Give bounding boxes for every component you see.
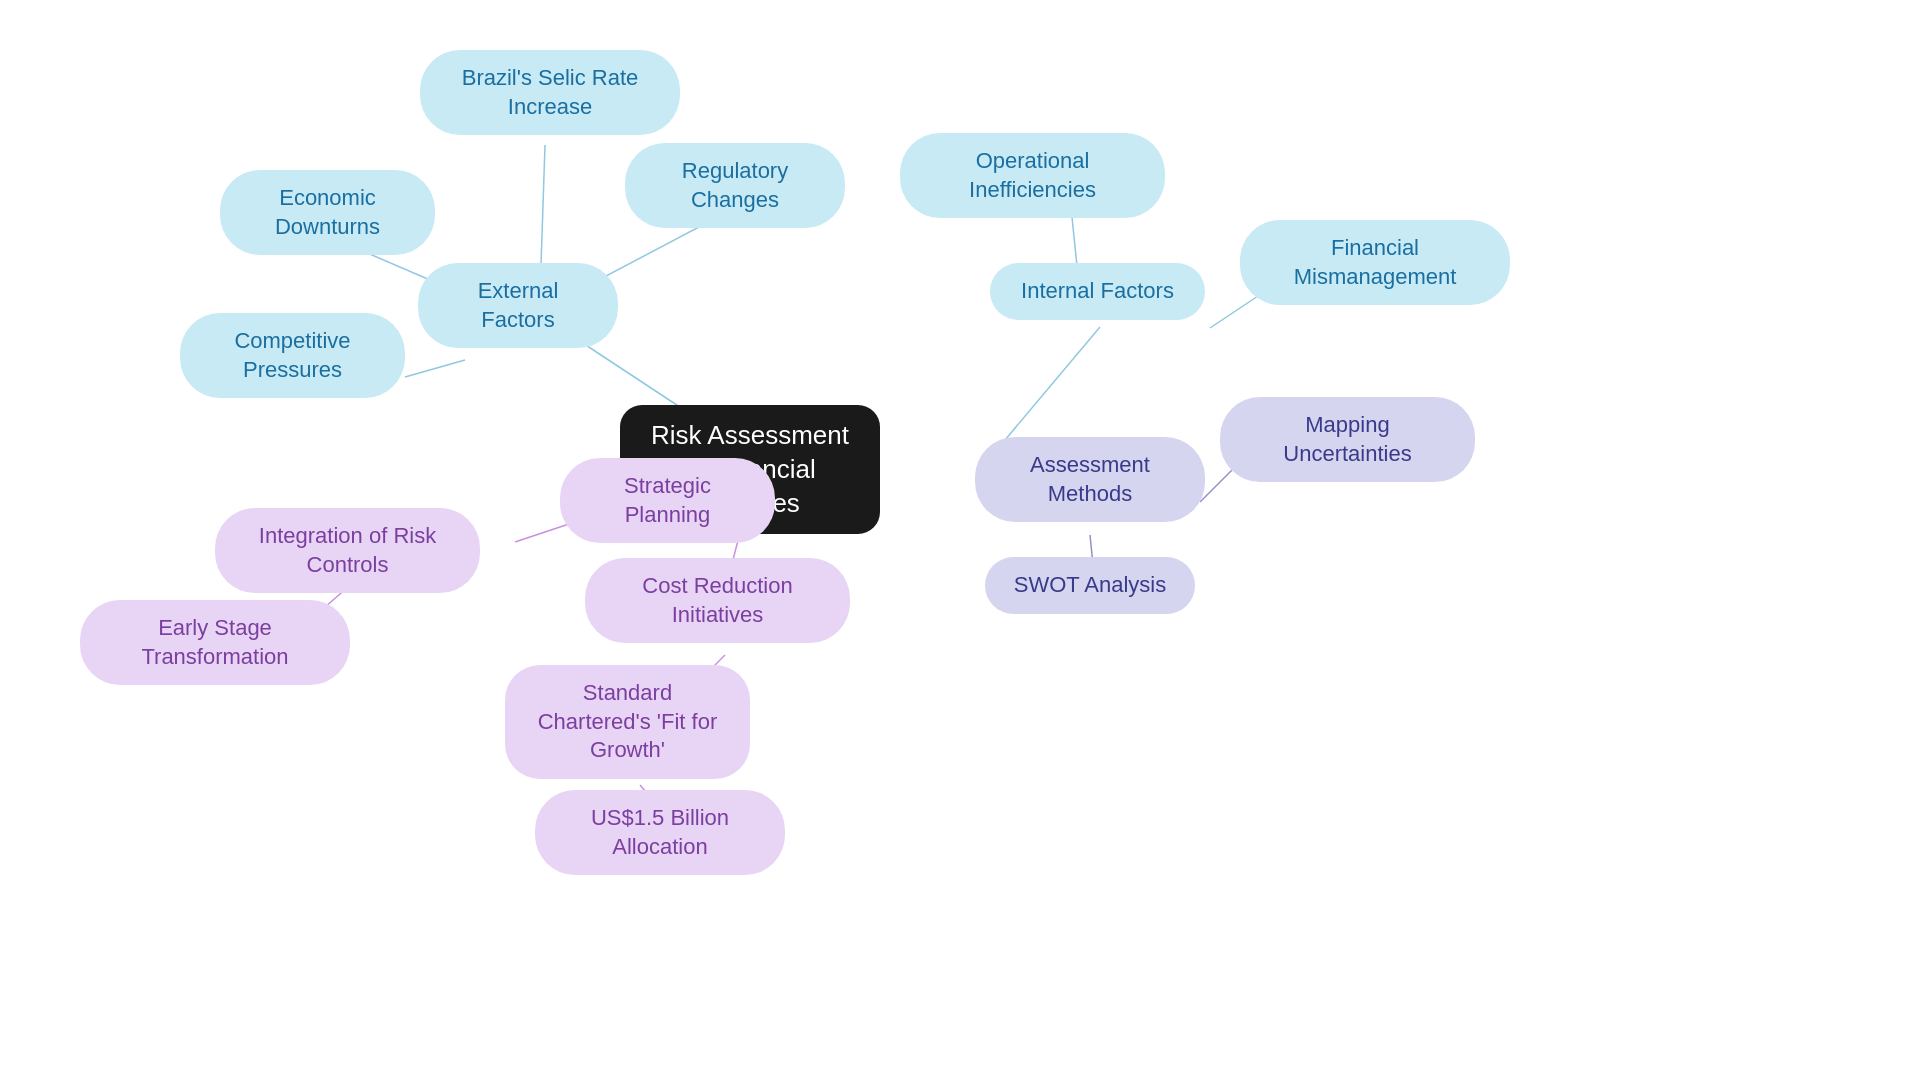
node-early-stage-transformation[interactable]: Early Stage Transformation <box>80 600 350 685</box>
node-standard-chartered[interactable]: Standard Chartered's 'Fit for Growth' <box>505 665 750 779</box>
line-center-internal <box>1005 327 1100 440</box>
node-competitive-pressures[interactable]: Competitive Pressures <box>180 313 405 398</box>
node-economic-downturns[interactable]: Economic Downturns <box>220 170 435 255</box>
node-operational-inefficiencies[interactable]: Operational Inefficiencies <box>900 133 1165 218</box>
node-regulatory-changes[interactable]: Regulatory Changes <box>625 143 845 228</box>
node-external-factors[interactable]: External Factors <box>418 263 618 348</box>
node-strategic-planning[interactable]: Strategic Planning <box>560 458 775 543</box>
node-assessment-methods[interactable]: Assessment Methods <box>975 437 1205 522</box>
node-financial-mismanagement[interactable]: Financial Mismanagement <box>1240 220 1510 305</box>
node-swot-analysis[interactable]: SWOT Analysis <box>985 557 1195 614</box>
node-integration-risk-controls[interactable]: Integration of Risk Controls <box>215 508 480 593</box>
node-us-billion-allocation[interactable]: US$1.5 Billion Allocation <box>535 790 785 875</box>
node-brazils-selic[interactable]: Brazil's Selic Rate Increase <box>420 50 680 135</box>
line-external-competitive <box>405 360 465 377</box>
node-cost-reduction-initiatives[interactable]: Cost Reduction Initiatives <box>585 558 850 643</box>
node-internal-factors[interactable]: Internal Factors <box>990 263 1205 320</box>
node-mapping-uncertainties[interactable]: Mapping Uncertainties <box>1220 397 1475 482</box>
